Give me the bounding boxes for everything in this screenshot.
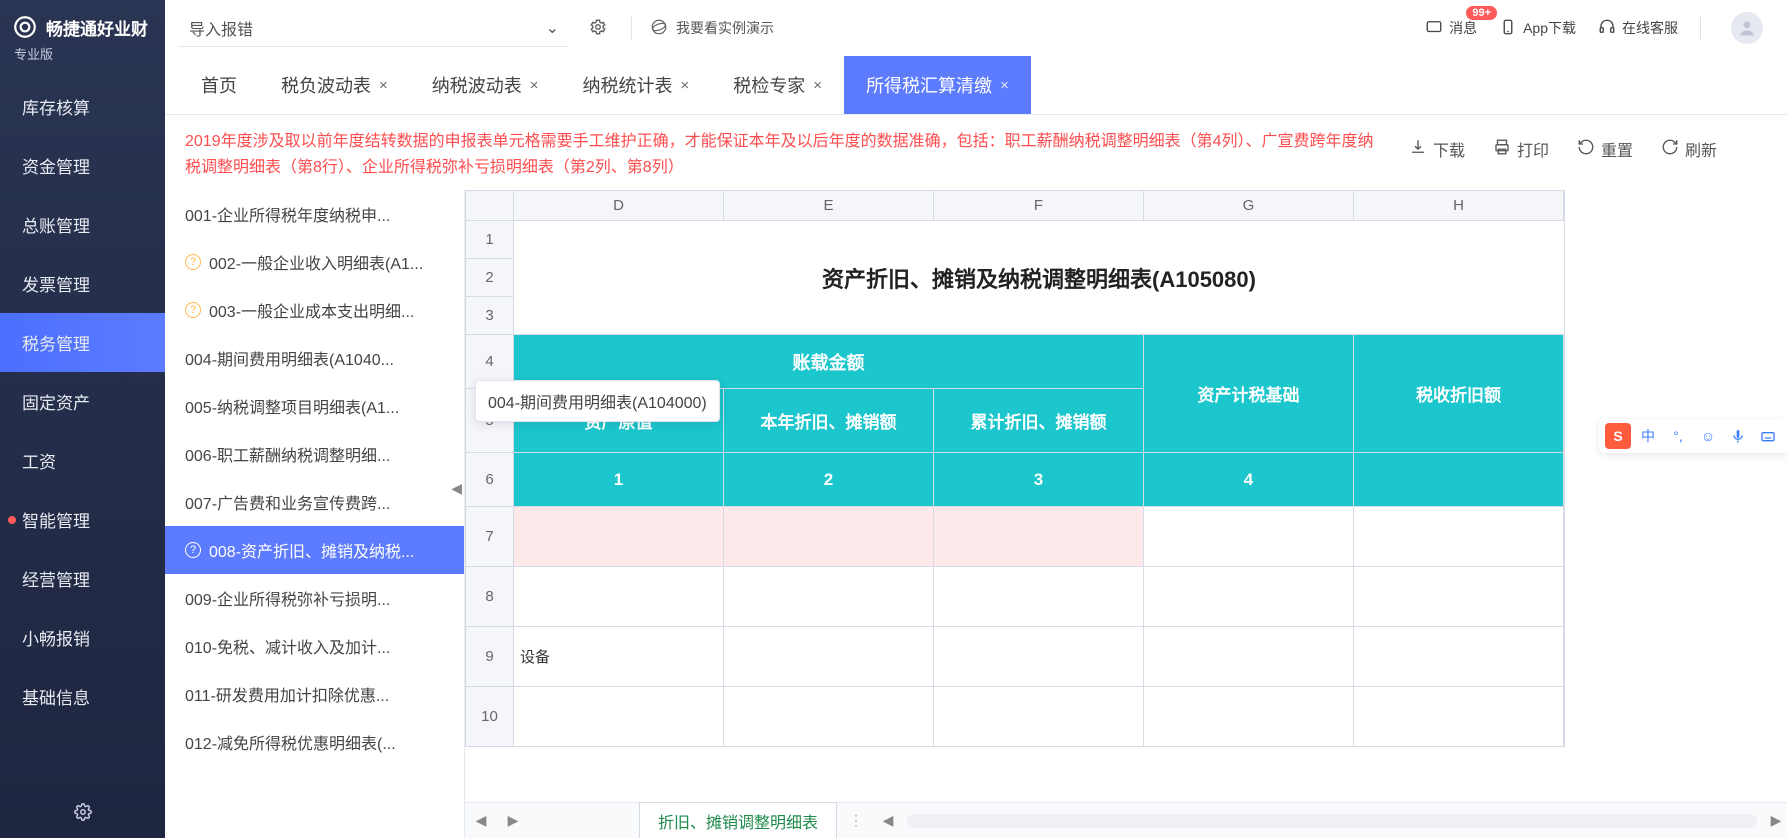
sheet-title[interactable]: 资产折旧、摊销及纳税调整明细表(A105080) xyxy=(514,221,1565,335)
import-dropdown-label: 导入报错 xyxy=(189,16,253,40)
notification-dot-icon xyxy=(8,516,16,524)
refresh-button[interactable]: 刷新 xyxy=(1661,137,1717,161)
nav-item-3[interactable]: 发票管理 xyxy=(0,254,165,313)
nav-item-2[interactable]: 总账管理 xyxy=(0,195,165,254)
report-item-0[interactable]: 001-企业所得税年度纳税申... xyxy=(165,190,464,238)
globe-icon xyxy=(650,18,668,39)
headset-icon xyxy=(1598,18,1616,39)
sheet-tab[interactable]: 折旧、摊销调整明细表 xyxy=(639,802,837,838)
sidebar: 畅捷通好业财 专业版 库存核算资金管理总账管理发票管理税务管理固定资产工资智能管… xyxy=(0,0,165,838)
tab-3[interactable]: 纳税统计表× xyxy=(561,56,712,114)
sidebar-settings[interactable] xyxy=(0,789,165,838)
tab-close-icon[interactable]: × xyxy=(813,77,822,94)
sheet-footer: ◀ ▶ 折旧、摊销调整明细表 ⋮ ◀ ▶ xyxy=(465,802,1787,838)
message-icon xyxy=(1425,18,1443,39)
gear-icon xyxy=(74,803,92,824)
tab-close-icon[interactable]: × xyxy=(379,77,388,94)
tab-5[interactable]: 所得税汇算清缴× xyxy=(844,56,1031,114)
ime-emoji-icon[interactable]: ☺ xyxy=(1695,423,1721,449)
report-item-5[interactable]: 006-职工薪酬纳税调整明细... xyxy=(165,430,464,478)
sheet-prev-icon[interactable]: ◀ xyxy=(465,812,497,829)
messages-badge: 99+ xyxy=(1466,6,1497,20)
report-item-2[interactable]: ?003-一般企业成本支出明细... xyxy=(165,286,464,334)
nav-item-0[interactable]: 库存核算 xyxy=(0,77,165,136)
nav-item-10[interactable]: 基础信息 xyxy=(0,667,165,726)
demo-label: 我要看实例演示 xyxy=(676,18,774,38)
brand-name: 畅捷通好业财 xyxy=(46,15,148,40)
report-item-4[interactable]: 005-纳税调整项目明细表(A1... xyxy=(165,382,464,430)
nav-item-4[interactable]: 税务管理 xyxy=(0,313,165,372)
tabs: 首页税负波动表×纳税波动表×纳税统计表×税检专家×所得税汇算清缴× xyxy=(165,56,1787,115)
tab-close-icon[interactable]: × xyxy=(530,77,539,94)
nav-item-8[interactable]: 经营管理 xyxy=(0,549,165,608)
report-item-1[interactable]: ?002-一般企业收入明细表(A1... xyxy=(165,238,464,286)
tab-4[interactable]: 税检专家× xyxy=(711,56,844,114)
report-tooltip: 004-期间费用明细表(A104000) xyxy=(475,380,720,422)
demo-link[interactable]: 我要看实例演示 xyxy=(650,18,774,39)
report-item-3[interactable]: 004-期间费用明细表(A1040... xyxy=(165,334,464,382)
report-item-10[interactable]: 011-研发费用加计扣除优惠... xyxy=(165,670,464,718)
spreadsheet-grid[interactable]: DEFGH1资产折旧、摊销及纳税调整明细表(A105080)234账载金额资产计… xyxy=(465,190,1787,802)
support-label: 在线客服 xyxy=(1622,18,1678,38)
help-icon: ? xyxy=(185,254,201,270)
sheet-next-icon[interactable]: ▶ xyxy=(497,812,529,829)
brand-edition: 专业版 xyxy=(0,44,165,77)
refresh-icon xyxy=(1661,138,1679,161)
settings-icon[interactable] xyxy=(583,12,613,45)
report-item-8[interactable]: 009-企业所得税弥补亏损明... xyxy=(165,574,464,622)
messages-button[interactable]: 消息 99+ xyxy=(1425,18,1477,39)
app-download-label: App下载 xyxy=(1523,18,1576,38)
tab-1[interactable]: 税负波动表× xyxy=(259,56,410,114)
report-item-9[interactable]: 010-免税、减计收入及加计... xyxy=(165,622,464,670)
avatar[interactable] xyxy=(1731,12,1763,44)
nav-item-1[interactable]: 资金管理 xyxy=(0,136,165,195)
ime-logo-icon[interactable]: S xyxy=(1605,423,1631,449)
ime-voice-icon[interactable] xyxy=(1725,423,1751,449)
support-button[interactable]: 在线客服 xyxy=(1598,18,1678,39)
notice-text: 2019年度涉及取以前年度结转数据的申报表单元格需要手工维护正确，才能保证本年及… xyxy=(185,129,1385,180)
tab-close-icon[interactable]: × xyxy=(681,77,690,94)
ime-toolbar: S 中 °, ☺ xyxy=(1599,419,1787,453)
app-download-button[interactable]: App下载 xyxy=(1499,18,1576,39)
mobile-icon xyxy=(1499,18,1517,39)
hscroll-right-icon[interactable]: ▶ xyxy=(1765,812,1787,829)
import-dropdown[interactable]: 导入报错 ⌄ xyxy=(179,10,569,47)
nav-item-5[interactable]: 固定资产 xyxy=(0,372,165,431)
reset-icon xyxy=(1577,138,1595,161)
download-icon xyxy=(1409,138,1427,161)
brand: 畅捷通好业财 xyxy=(0,0,165,44)
help-icon: ? xyxy=(185,542,201,558)
messages-label: 消息 xyxy=(1449,18,1477,38)
report-item-7[interactable]: ?008-资产折旧、摊销及纳税... xyxy=(165,526,464,574)
sheet-menu-icon[interactable]: ⋮ xyxy=(849,812,865,829)
help-icon: ? xyxy=(185,302,201,318)
brand-logo-icon xyxy=(12,14,38,40)
tab-2[interactable]: 纳税波动表× xyxy=(410,56,561,114)
nav-item-6[interactable]: 工资 xyxy=(0,431,165,490)
ime-lang-button[interactable]: 中 xyxy=(1635,423,1661,449)
tab-close-icon[interactable]: × xyxy=(1000,77,1009,94)
topbar: 导入报错 ⌄ 我要看实例演示 消息 99+ xyxy=(165,0,1787,56)
tab-0[interactable]: 首页 xyxy=(179,56,259,114)
collapse-handle-icon[interactable]: ◀ xyxy=(451,480,462,497)
nav-item-7[interactable]: 智能管理 xyxy=(0,490,165,549)
ime-keyboard-icon[interactable] xyxy=(1755,423,1781,449)
chevron-down-icon: ⌄ xyxy=(546,18,559,38)
reset-button[interactable]: 重置 xyxy=(1577,137,1633,161)
nav-item-9[interactable]: 小畅报销 xyxy=(0,608,165,667)
hscroll-left-icon[interactable]: ◀ xyxy=(877,812,899,829)
report-list[interactable]: 001-企业所得税年度纳税申...?002-一般企业收入明细表(A1...?00… xyxy=(165,190,465,838)
print-button[interactable]: 打印 xyxy=(1493,137,1549,161)
horizontal-scrollbar[interactable] xyxy=(907,814,1757,828)
report-item-11[interactable]: 012-减免所得税优惠明细表(... xyxy=(165,718,464,766)
print-icon xyxy=(1493,138,1511,161)
ime-punct-icon[interactable]: °, xyxy=(1665,423,1691,449)
report-item-6[interactable]: 007-广告费和业务宣传费跨... xyxy=(165,478,464,526)
download-button[interactable]: 下载 xyxy=(1409,137,1465,161)
